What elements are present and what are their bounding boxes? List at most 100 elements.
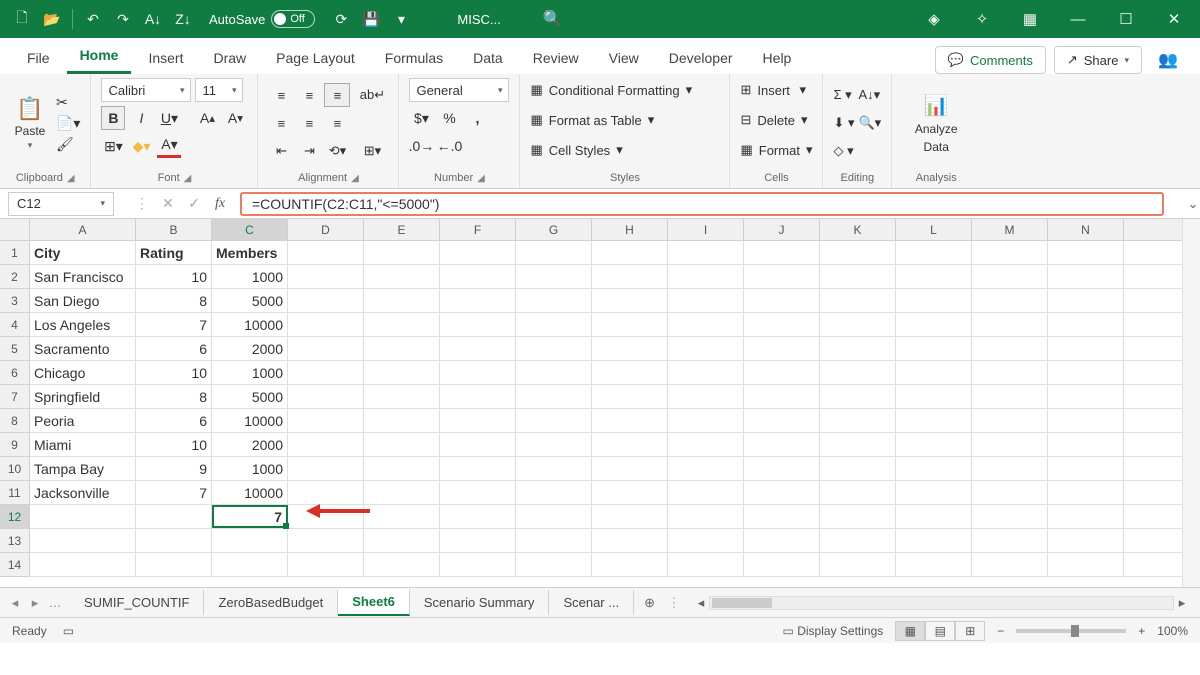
column-header[interactable]: L xyxy=(896,219,972,240)
cell[interactable] xyxy=(288,553,364,576)
sync-icon[interactable]: ⟳ xyxy=(327,5,355,33)
format-cells-button[interactable]: ▦ Format ▾ xyxy=(740,138,812,162)
zoom-level[interactable]: 100% xyxy=(1157,624,1188,638)
cell[interactable] xyxy=(896,409,972,432)
hscroll-right-icon[interactable]: ▸ xyxy=(1174,595,1190,611)
cell[interactable] xyxy=(516,505,592,528)
wrap-text-icon[interactable]: ab↵ xyxy=(356,83,388,107)
cell[interactable] xyxy=(440,265,516,288)
cell[interactable] xyxy=(1048,313,1124,336)
cell[interactable]: Peoria xyxy=(30,409,136,432)
menu-page-layout[interactable]: Page Layout xyxy=(263,42,368,74)
horizontal-scrollbar[interactable] xyxy=(709,596,1174,610)
sheet-tab[interactable]: ZeroBasedBudget xyxy=(204,590,338,615)
cell[interactable] xyxy=(440,553,516,576)
name-box[interactable]: C12▾ xyxy=(8,192,114,216)
redo-icon[interactable]: ↷ xyxy=(109,5,137,33)
cell[interactable] xyxy=(516,313,592,336)
cell[interactable] xyxy=(364,265,440,288)
cell[interactable] xyxy=(440,361,516,384)
cell[interactable] xyxy=(1048,529,1124,552)
cell[interactable]: 7 xyxy=(212,505,288,528)
cell[interactable] xyxy=(516,385,592,408)
cell[interactable] xyxy=(592,241,668,264)
menu-developer[interactable]: Developer xyxy=(656,42,746,74)
cell[interactable] xyxy=(820,457,896,480)
cell[interactable] xyxy=(288,289,364,312)
cell[interactable] xyxy=(364,433,440,456)
shrink-font-icon[interactable]: A▾ xyxy=(223,106,247,130)
cell[interactable] xyxy=(440,505,516,528)
cell[interactable] xyxy=(440,409,516,432)
cell[interactable] xyxy=(364,529,440,552)
cell[interactable] xyxy=(288,265,364,288)
cell[interactable] xyxy=(364,361,440,384)
cell[interactable] xyxy=(972,409,1048,432)
cell[interactable] xyxy=(288,505,364,528)
cell[interactable] xyxy=(820,361,896,384)
cell[interactable] xyxy=(288,457,364,480)
share-button[interactable]: ↗ Share ▾ xyxy=(1054,46,1142,74)
cell[interactable] xyxy=(592,505,668,528)
sheet-tab[interactable]: Scenar ... xyxy=(549,590,634,615)
undo-icon[interactable]: ↶ xyxy=(79,5,107,33)
cell[interactable] xyxy=(972,433,1048,456)
cell[interactable] xyxy=(972,313,1048,336)
expand-formula-icon[interactable]: ⌄ xyxy=(1186,196,1200,212)
column-header[interactable]: A xyxy=(30,219,136,240)
comments-button[interactable]: 💬 Comments xyxy=(935,46,1046,74)
column-header[interactable]: D xyxy=(288,219,364,240)
cell[interactable] xyxy=(440,241,516,264)
cell[interactable] xyxy=(820,337,896,360)
cell[interactable]: 10000 xyxy=(212,481,288,504)
cell[interactable]: 7 xyxy=(136,313,212,336)
cell[interactable] xyxy=(744,457,820,480)
cell[interactable] xyxy=(744,481,820,504)
cell[interactable] xyxy=(592,385,668,408)
cell[interactable] xyxy=(516,553,592,576)
cell[interactable]: 5000 xyxy=(212,385,288,408)
cell[interactable] xyxy=(30,529,136,552)
row-header[interactable]: 10 xyxy=(0,457,29,481)
cell[interactable]: Springfield xyxy=(30,385,136,408)
autosum-icon[interactable]: Σ ▾ xyxy=(833,83,854,107)
cell[interactable] xyxy=(364,313,440,336)
row-header[interactable]: 12 xyxy=(0,505,29,529)
cell[interactable] xyxy=(364,289,440,312)
cell[interactable] xyxy=(1048,289,1124,312)
cell[interactable] xyxy=(1048,553,1124,576)
find-select-icon[interactable]: 🔍▾ xyxy=(859,111,882,135)
tab-nav-more-icon[interactable]: … xyxy=(46,595,64,611)
cell[interactable]: 7 xyxy=(136,481,212,504)
autosave-toggle[interactable]: AutoSave Off xyxy=(209,10,315,28)
sheet-tab[interactable]: SUMIF_COUNTIF xyxy=(70,590,204,615)
sort-desc-icon[interactable]: Z↓ xyxy=(169,5,197,33)
cell[interactable] xyxy=(1048,409,1124,432)
cell[interactable]: 8 xyxy=(136,385,212,408)
cell[interactable] xyxy=(668,361,744,384)
collab-icon[interactable]: 👥 xyxy=(1150,50,1186,70)
cell[interactable] xyxy=(668,529,744,552)
qat-dropdown-icon[interactable]: ▾ xyxy=(387,5,415,33)
hscroll-left-icon[interactable]: ◂ xyxy=(693,595,709,611)
select-all-corner[interactable] xyxy=(0,219,30,241)
zoom-in-icon[interactable]: + xyxy=(1138,624,1145,638)
cell-styles-button[interactable]: ▦ Cell Styles ▾ xyxy=(530,138,622,162)
borders-button[interactable]: ⊞▾ xyxy=(101,134,125,158)
cell[interactable] xyxy=(896,241,972,264)
view-page-layout-icon[interactable]: ▤ xyxy=(925,621,955,641)
cell[interactable] xyxy=(820,529,896,552)
cell[interactable] xyxy=(288,241,364,264)
column-header[interactable]: H xyxy=(592,219,668,240)
cell[interactable] xyxy=(972,529,1048,552)
cell[interactable] xyxy=(896,505,972,528)
cell[interactable] xyxy=(896,433,972,456)
cell[interactable]: 10 xyxy=(136,433,212,456)
diamond-icon[interactable]: ◈ xyxy=(916,4,952,34)
cell[interactable] xyxy=(516,361,592,384)
cell[interactable] xyxy=(972,505,1048,528)
paste-button[interactable]: 📋 Paste ▾ xyxy=(10,96,50,151)
cell[interactable] xyxy=(364,409,440,432)
clear-icon[interactable]: ◇ ▾ xyxy=(833,139,854,163)
dialog-launcher-icon[interactable]: ◢ xyxy=(67,173,75,184)
